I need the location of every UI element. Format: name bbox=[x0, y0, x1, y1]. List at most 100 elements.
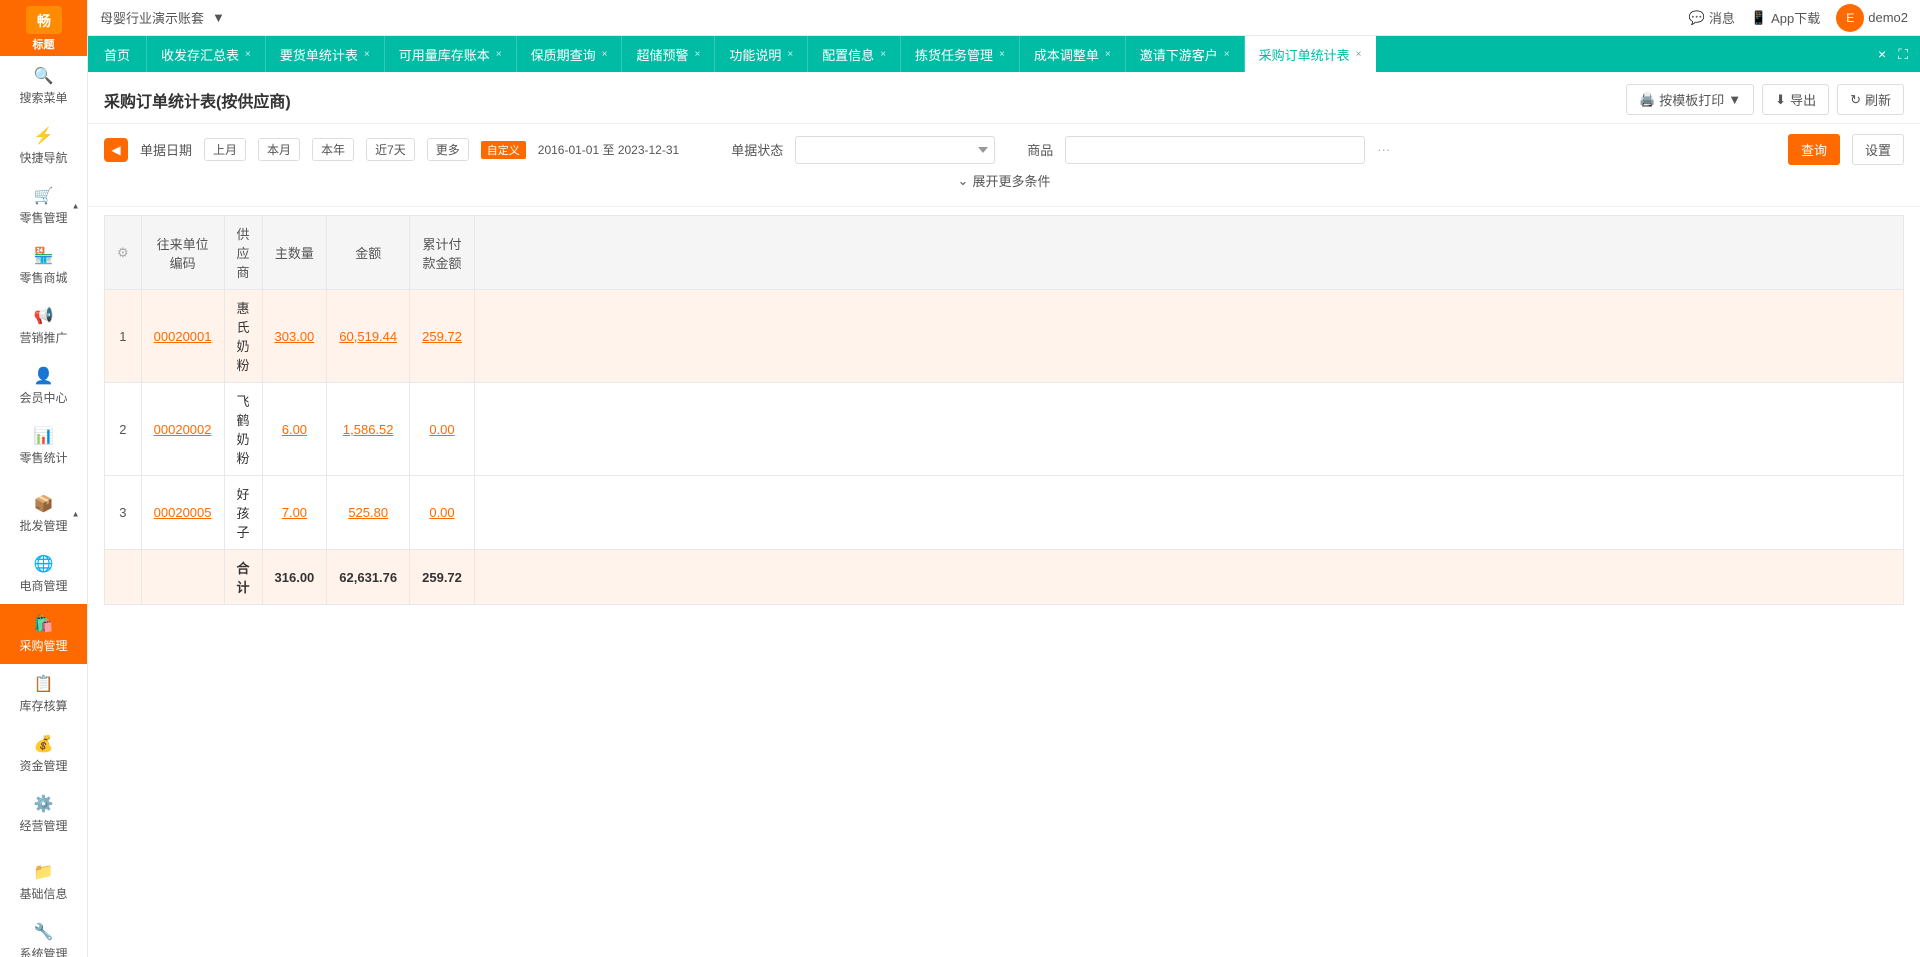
sidebar-item-retail-stat[interactable]: 📊 零售统计 bbox=[0, 416, 88, 476]
sidebar-item-system[interactable]: 🔧 系统管理 bbox=[0, 912, 88, 957]
cell-code[interactable]: 00020002 bbox=[141, 383, 224, 476]
tab-cost-adjust[interactable]: 成本调整单 × bbox=[1020, 36, 1126, 72]
sidebar-item-label: 资金管理 bbox=[19, 757, 67, 774]
sidebar-item-quick-nav[interactable]: ⚡ 快捷导航 bbox=[0, 116, 88, 176]
tab-pick-task-close[interactable]: × bbox=[999, 49, 1005, 60]
app-logo: 畅 标题 bbox=[0, 0, 88, 56]
cell-paid[interactable]: 259.72 bbox=[410, 290, 475, 383]
tab-home[interactable]: 首页 bbox=[88, 36, 147, 72]
tab-purchase-stat-close[interactable]: × bbox=[1356, 49, 1362, 60]
app-logo-text: 标题 bbox=[33, 36, 55, 52]
sidebar-item-purchase[interactable]: 🛍️ 采购管理 bbox=[0, 604, 88, 664]
cell-paid[interactable]: 0.00 bbox=[410, 383, 475, 476]
username: demo2 bbox=[1868, 10, 1908, 25]
goods-more-icon[interactable]: ··· bbox=[1377, 142, 1390, 157]
user-profile[interactable]: E demo2 bbox=[1836, 4, 1908, 32]
footer-amount: 62,631.76 bbox=[327, 550, 410, 605]
message-btn[interactable]: 💬 消息 bbox=[1689, 8, 1735, 27]
tab-pick-task[interactable]: 拣货任务管理 × bbox=[901, 36, 1020, 72]
sidebar-item-stock[interactable]: 📋 库存核算 bbox=[0, 664, 88, 724]
sidebar-item-operation[interactable]: ⚙️ 经营管理 bbox=[0, 784, 88, 844]
sidebar-item-marketing[interactable]: 📢 营销推广 bbox=[0, 296, 88, 356]
tab-config-info-close[interactable]: × bbox=[880, 49, 886, 60]
cell-extra bbox=[474, 383, 1903, 476]
tab-purchase-stat[interactable]: 采购订单统计表 × bbox=[1245, 36, 1377, 72]
gear-icon[interactable]: ⚙ bbox=[117, 245, 129, 260]
tab-collect-pay-label: 收发存汇总表 bbox=[161, 45, 239, 64]
th-qty: 主数量 bbox=[262, 216, 327, 290]
tab-collect-pay[interactable]: 收发存汇总表 × bbox=[147, 36, 266, 72]
nav-close-all-btn[interactable]: × bbox=[1874, 46, 1890, 62]
sidebar-item-member[interactable]: 👤 会员中心 bbox=[0, 356, 88, 416]
tab-collect-pay-close[interactable]: × bbox=[245, 49, 251, 60]
sidebar-item-ecommerce[interactable]: 🌐 电商管理 bbox=[0, 544, 88, 604]
svg-text:畅: 畅 bbox=[37, 13, 51, 29]
message-icon: 💬 bbox=[1689, 10, 1705, 26]
status-filter-label: 单据状态 bbox=[731, 140, 783, 159]
export-btn[interactable]: ⬇ 导出 bbox=[1762, 84, 1829, 115]
filter-row-1: ◀ 单据日期 上月 本月 本年 近7天 更多 自定义 2016-01-01 至 … bbox=[104, 134, 1904, 165]
tab-invite-downstream-close[interactable]: × bbox=[1224, 49, 1230, 60]
sidebar-item-finance[interactable]: 💰 资金管理 bbox=[0, 724, 88, 784]
tab-order-stat[interactable]: 要货单统计表 × bbox=[266, 36, 385, 72]
cell-qty[interactable]: 303.00 bbox=[262, 290, 327, 383]
tab-available-stock[interactable]: 可用量库存账本 × bbox=[385, 36, 517, 72]
footer-qty: 316.00 bbox=[262, 550, 327, 605]
date-more-btn[interactable]: 更多 bbox=[427, 138, 469, 161]
print-btn[interactable]: 🖨️ 按模板打印 ▼ bbox=[1626, 84, 1754, 115]
cell-amount[interactable]: 1,586.52 bbox=[327, 383, 410, 476]
tab-config-info[interactable]: 配置信息 × bbox=[808, 36, 901, 72]
tab-expiry-query-label: 保质期查询 bbox=[531, 45, 596, 64]
footer-empty-2 bbox=[141, 550, 224, 605]
sidebar-item-label: 批发管理 bbox=[19, 517, 67, 534]
tab-available-stock-close[interactable]: × bbox=[496, 49, 502, 60]
sidebar-item-label: 基础信息 bbox=[19, 885, 67, 902]
table-row: 3 00020005 好孩子 7.00 525.80 0.00 bbox=[105, 476, 1904, 550]
refresh-btn[interactable]: ↻ 刷新 bbox=[1837, 84, 1904, 115]
expand-down-icon: ⌄ bbox=[958, 173, 969, 189]
date-this-year-btn[interactable]: 本年 bbox=[312, 138, 354, 161]
tab-func-desc[interactable]: 功能说明 × bbox=[715, 36, 808, 72]
date-7days-btn[interactable]: 近7天 bbox=[366, 138, 415, 161]
sidebar-item-search[interactable]: 🔍 搜索菜单 bbox=[0, 56, 88, 116]
cell-code[interactable]: 00020005 bbox=[141, 476, 224, 550]
sidebar: 畅 标题 🔍 搜索菜单 ⚡ 快捷导航 🛒 零售管理 🏪 零售商城 📢 营销推广 … bbox=[0, 0, 88, 957]
tab-expiry-query-close[interactable]: × bbox=[602, 49, 608, 60]
tab-expiry-query[interactable]: 保质期查询 × bbox=[517, 36, 623, 72]
sidebar-item-wholesale[interactable]: 📦 批发管理 bbox=[0, 484, 88, 544]
expand-more-btn[interactable]: ⌄ 展开更多条件 bbox=[958, 171, 1051, 190]
tab-overstock-close[interactable]: × bbox=[694, 49, 700, 60]
page-content: 采购订单统计表(按供应商) 🖨️ 按模板打印 ▼ ⬇ 导出 ↻ 刷新 bbox=[88, 72, 1920, 957]
cell-code[interactable]: 00020001 bbox=[141, 290, 224, 383]
app-download-btn[interactable]: 📱 App下载 bbox=[1751, 8, 1820, 27]
workspace-selector[interactable]: 母婴行业演示账套 ▼ bbox=[100, 8, 225, 27]
query-btn[interactable]: 查询 bbox=[1788, 134, 1840, 165]
goods-input[interactable] bbox=[1065, 136, 1365, 164]
settings-btn[interactable]: 设置 bbox=[1852, 134, 1904, 165]
cell-amount[interactable]: 60,519.44 bbox=[327, 290, 410, 383]
cell-amount[interactable]: 525.80 bbox=[327, 476, 410, 550]
workspace-dropdown-icon: ▼ bbox=[212, 10, 225, 25]
filter-collapse-btn[interactable]: ◀ bbox=[104, 138, 128, 162]
top-bar: 母婴行业演示账套 ▼ 💬 消息 📱 App下载 E demo2 bbox=[88, 0, 1920, 36]
tab-func-desc-close[interactable]: × bbox=[787, 49, 793, 60]
status-select[interactable] bbox=[795, 136, 995, 164]
date-last-month-btn[interactable]: 上月 bbox=[204, 138, 246, 161]
date-this-month-btn[interactable]: 本月 bbox=[258, 138, 300, 161]
sidebar-item-basic[interactable]: 📁 基础信息 bbox=[0, 852, 88, 912]
cell-paid[interactable]: 0.00 bbox=[410, 476, 475, 550]
cell-qty[interactable]: 7.00 bbox=[262, 476, 327, 550]
sidebar-item-label: 会员中心 bbox=[19, 389, 67, 406]
sidebar-item-retail-mall[interactable]: 🏪 零售商城 bbox=[0, 236, 88, 296]
cell-extra bbox=[474, 290, 1903, 383]
tab-cost-adjust-close[interactable]: × bbox=[1105, 49, 1111, 60]
cell-qty[interactable]: 6.00 bbox=[262, 383, 327, 476]
print-dropdown-icon: ▼ bbox=[1728, 92, 1741, 107]
member-icon: 👤 bbox=[34, 366, 54, 386]
nav-fullscreen-btn[interactable]: ⛶ bbox=[1894, 46, 1912, 63]
sidebar-item-retail[interactable]: 🛒 零售管理 bbox=[0, 176, 88, 236]
tab-overstock[interactable]: 超储预警 × bbox=[622, 36, 715, 72]
th-check[interactable]: ⚙ bbox=[105, 216, 142, 290]
tab-order-stat-close[interactable]: × bbox=[364, 49, 370, 60]
tab-invite-downstream[interactable]: 邀请下游客户 × bbox=[1126, 36, 1245, 72]
